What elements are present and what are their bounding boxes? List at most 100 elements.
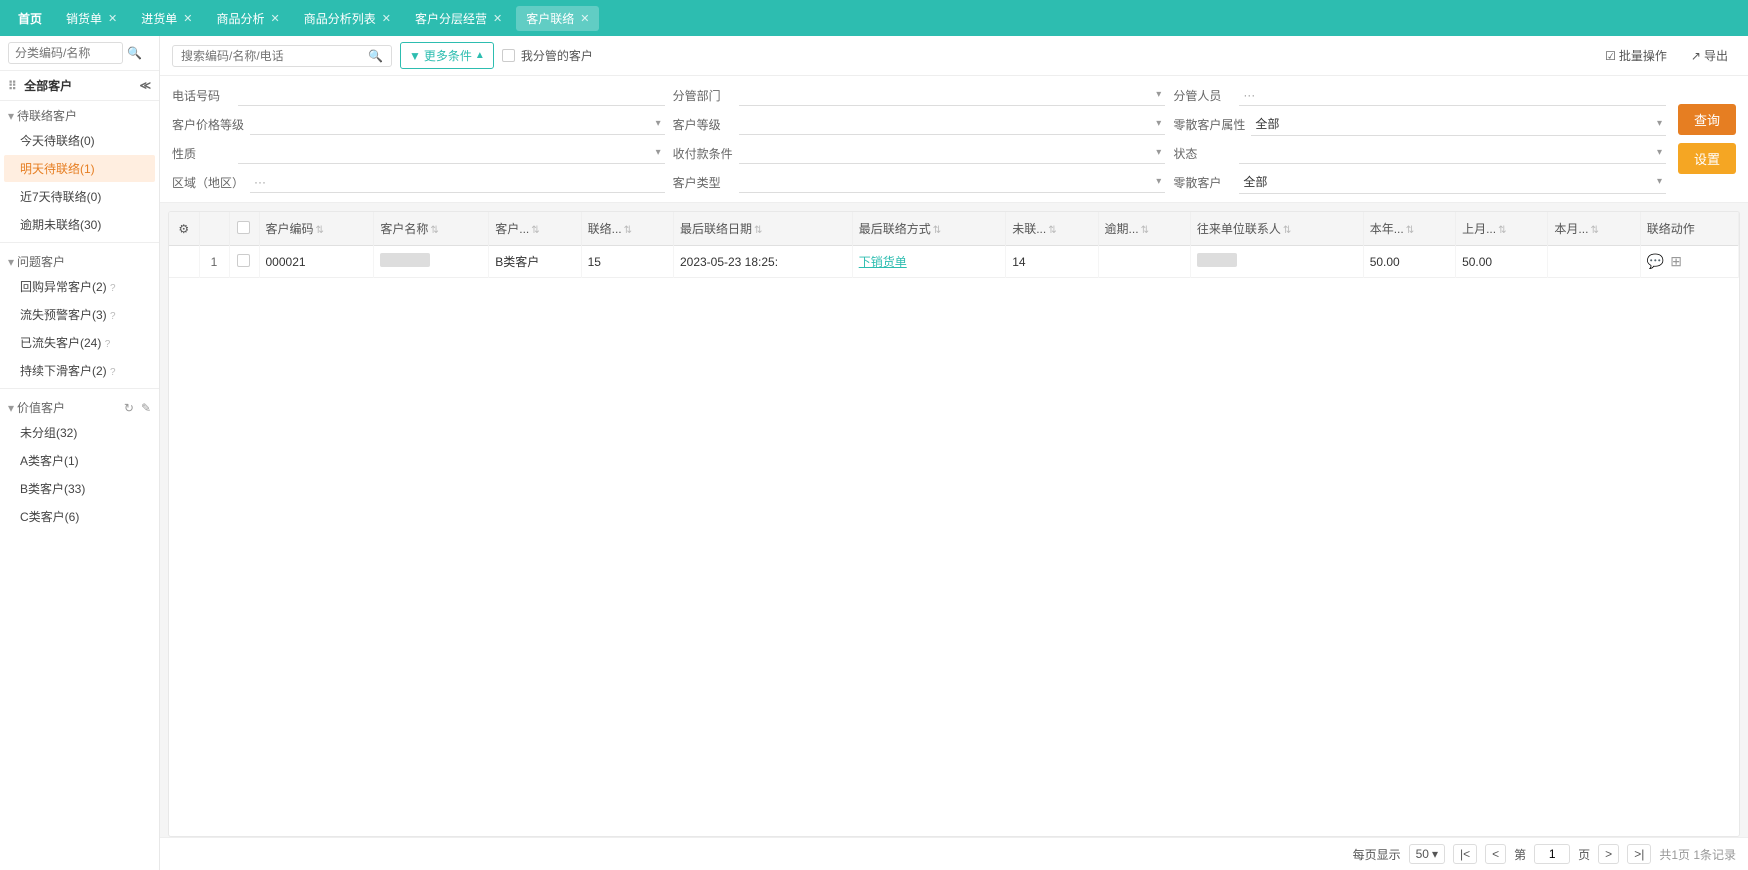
sidebar-item-class-c[interactable]: C类客户(6)	[4, 503, 155, 530]
sort-not-contacted-icon[interactable]: ⇅	[1048, 225, 1056, 236]
nav-close-analysis-list[interactable]: ✕	[382, 12, 391, 25]
sidebar-search-icon[interactable]: 🔍	[127, 46, 142, 60]
select-all-checkbox[interactable]	[237, 221, 250, 234]
query-button[interactable]: 查询	[1678, 104, 1736, 135]
sort-contacts-icon[interactable]: ⇅	[624, 225, 632, 236]
filter-row-1: 电话号码 分管部门 ▾ 分管人员	[172, 84, 1666, 106]
filter-field-region: 区域（地区） ···	[172, 171, 665, 193]
sidebar-item-lost-warning[interactable]: 流失预警客户(3) ?	[4, 301, 155, 328]
content-area: 🔍 ▼ 更多条件 ▲ 我分管的客户 ☑ 批量操作 ↗ 导出	[160, 36, 1748, 870]
nav-item-home[interactable]: 首页	[8, 6, 52, 31]
sidebar-collapse-icon[interactable]: ≪	[139, 79, 151, 92]
nav-close-analysis[interactable]: ✕	[271, 12, 280, 25]
filter-select-status-arrow: ▾	[1657, 147, 1662, 158]
nav-item-customer-contact[interactable]: 客户联络 ✕	[516, 6, 599, 31]
filter-label-person: 分管人员	[1173, 87, 1233, 104]
row-checkbox[interactable]	[229, 246, 259, 278]
nav-close-customer-tier[interactable]: ✕	[493, 12, 502, 25]
sidebar-group-pending[interactable]: ▾ 待联络客户	[0, 101, 159, 126]
my-customers-checkbox[interactable]	[502, 49, 515, 62]
nav-item-analysis-list[interactable]: 商品分析列表 ✕	[294, 6, 401, 31]
set-button[interactable]: 设置	[1678, 143, 1736, 174]
nav-label-sales: 销货单	[66, 10, 102, 27]
sidebar-item-declining[interactable]: 持续下滑客户(2) ?	[4, 357, 155, 384]
page-last-btn[interactable]: >|	[1627, 844, 1651, 864]
sort-this-year-icon[interactable]: ⇅	[1406, 225, 1414, 236]
sidebar-divider-1	[0, 242, 159, 243]
nav-item-purchase[interactable]: 进货单 ✕	[131, 6, 202, 31]
filter-select-customer-type[interactable]: ▾	[739, 171, 1166, 193]
group-arrow-problem: ▾	[8, 255, 14, 269]
filter-select-retail-customer[interactable]: 全部 ▾	[1239, 170, 1666, 194]
col-checkbox[interactable]	[229, 212, 259, 246]
filter-person-dots[interactable]: ···	[1243, 88, 1255, 102]
row-last-method-val[interactable]: 下销货单	[859, 255, 907, 269]
row-name	[374, 246, 489, 278]
filter-select-customer-level[interactable]: ▾	[739, 113, 1166, 135]
col-this-month: 本月...⇅	[1548, 212, 1640, 246]
nav-close-purchase[interactable]: ✕	[183, 12, 192, 25]
filter-more-conditions[interactable]: ▼ 更多条件 ▲	[400, 42, 494, 69]
value-refresh-icon[interactable]: ↻	[124, 401, 134, 415]
my-customers-checkbox-area[interactable]: 我分管的客户	[502, 47, 593, 64]
sidebar-item-today[interactable]: 今天待联络(0)	[4, 127, 155, 154]
nav-item-customer-tier[interactable]: 客户分层经营 ✕	[405, 6, 512, 31]
filter-search-input[interactable]	[181, 49, 368, 63]
row-select-checkbox[interactable]	[237, 254, 250, 267]
page-next-btn[interactable]: >	[1598, 844, 1619, 864]
sort-type-icon[interactable]: ⇅	[531, 225, 539, 236]
filter-select-person[interactable]: ···	[1239, 84, 1666, 106]
sort-overdue-icon[interactable]: ⇅	[1141, 225, 1149, 236]
sort-last-method-icon[interactable]: ⇅	[933, 225, 941, 236]
sort-name-icon[interactable]: ⇅	[430, 225, 438, 236]
filter-search-icon[interactable]: 🔍	[368, 49, 383, 63]
sidebar-item-tomorrow[interactable]: 明天待联络(1)	[4, 155, 155, 182]
nav-close-sales[interactable]: ✕	[108, 12, 117, 25]
sidebar-group-problem[interactable]: ▾ 问题客户	[0, 247, 159, 272]
nav-close-customer-contact[interactable]: ✕	[580, 12, 589, 25]
filter-select-payment[interactable]: ▾	[739, 142, 1166, 164]
page-prev-btn[interactable]: <	[1485, 844, 1506, 864]
filter-region-dots[interactable]: ···	[254, 175, 266, 189]
sidebar-all-customers[interactable]: ⠿ 全部客户 ≪	[0, 71, 159, 101]
sort-this-month-icon[interactable]: ⇅	[1590, 225, 1598, 236]
nav-item-sales[interactable]: 销货单 ✕	[56, 6, 127, 31]
value-edit-icon[interactable]: ✎	[141, 401, 151, 415]
sidebar-item-class-b[interactable]: B类客户(33)	[4, 475, 155, 502]
filter-select-region[interactable]: ···	[250, 171, 665, 193]
gear-icon[interactable]: ⚙	[178, 222, 189, 236]
batch-ops-btn[interactable]: ☑ 批量操作	[1597, 44, 1675, 67]
sort-code-icon[interactable]: ⇅	[316, 225, 324, 236]
filter-select-dept[interactable]: ▾	[739, 84, 1166, 106]
export-btn[interactable]: ↗ 导出	[1683, 44, 1736, 67]
sidebar-item-abnormal[interactable]: 回购异常客户(2) ?	[4, 273, 155, 300]
sort-last-month-icon[interactable]: ⇅	[1498, 225, 1506, 236]
filter-select-price-level[interactable]: ▾	[250, 113, 665, 135]
filter-field-customer-level: 客户等级 ▾	[673, 113, 1166, 135]
sidebar-item-lost[interactable]: 已流失客户(24) ?	[4, 329, 155, 356]
filter-bar: 🔍 ▼ 更多条件 ▲ 我分管的客户 ☑ 批量操作 ↗ 导出	[160, 36, 1748, 76]
sort-last-date-icon[interactable]: ⇅	[754, 225, 762, 236]
filter-select-status[interactable]: ▾	[1239, 142, 1666, 164]
sort-unit-contact-icon[interactable]: ⇅	[1283, 225, 1291, 236]
sidebar-group-value[interactable]: ▾ 价值客户 ↻ ✎	[0, 393, 159, 418]
toolbar-right: ☑ 批量操作 ↗ 导出	[1597, 44, 1736, 67]
filter-select-nature[interactable]: ▾	[238, 142, 665, 164]
filter-input-phone[interactable]	[238, 85, 665, 106]
sidebar-item-7days[interactable]: 近7天待联络(0)	[4, 183, 155, 210]
nav-item-analysis[interactable]: 商品分析 ✕	[206, 6, 289, 31]
grid-icon[interactable]: ⊞	[1670, 253, 1682, 270]
page-number-input[interactable]	[1534, 844, 1570, 864]
comment-icon[interactable]: 💬	[1647, 253, 1664, 270]
sidebar-item-overdue[interactable]: 逾期未联络(30)	[4, 211, 155, 238]
sidebar-item-ungrouped[interactable]: 未分组(32)	[4, 419, 155, 446]
filter-select-retail-attr[interactable]: 全部 ▾	[1251, 112, 1666, 136]
query-area: 查询 设置	[1666, 84, 1736, 194]
sidebar-search-input[interactable]	[8, 42, 123, 64]
col-type-label: 客户...	[495, 222, 529, 236]
col-settings[interactable]: ⚙	[169, 212, 199, 246]
page-size-select[interactable]: 50 ▾	[1409, 844, 1445, 864]
row-code-val: 000021	[266, 255, 306, 269]
page-first-btn[interactable]: |<	[1453, 844, 1477, 864]
sidebar-item-class-a[interactable]: A类客户(1)	[4, 447, 155, 474]
